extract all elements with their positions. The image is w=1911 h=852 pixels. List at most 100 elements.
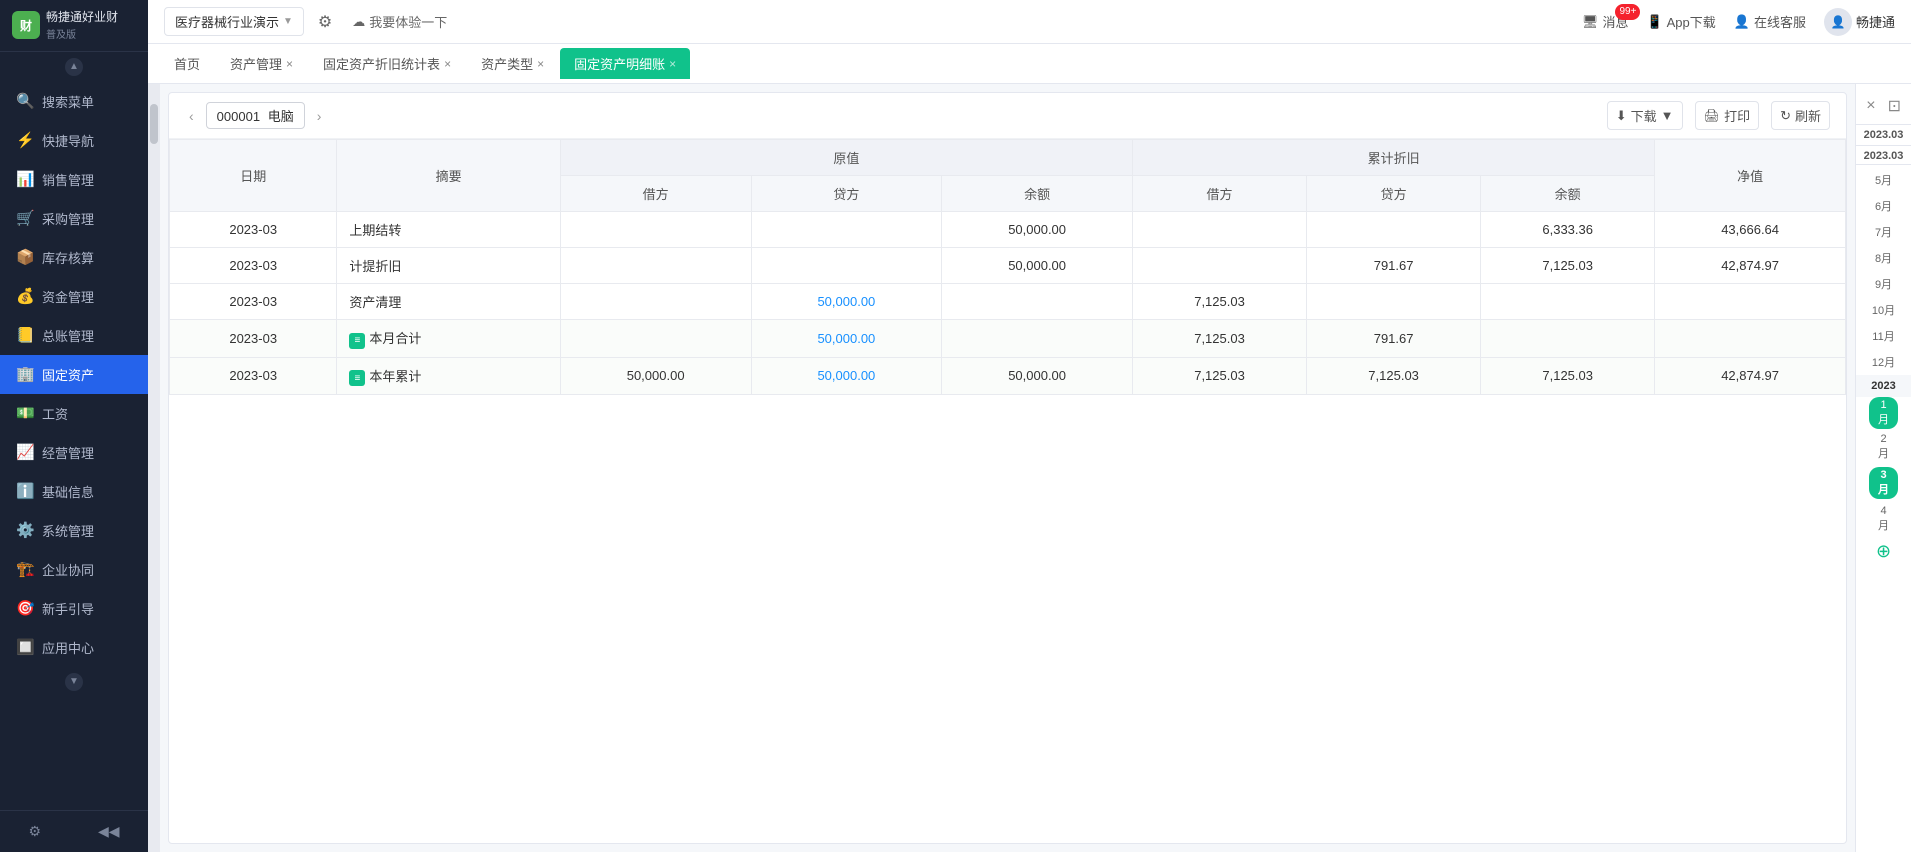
sidebar-scroll-up[interactable]: ▲	[65, 58, 83, 76]
avatar: 👤	[1824, 8, 1852, 36]
th-orig-credit: 贷方	[751, 176, 942, 212]
tab-asset-type[interactable]: 资产类型 ×	[467, 48, 558, 79]
sidebar-item-enterprise[interactable]: 🏗️ 企业协同	[0, 550, 148, 589]
logo-icon: 财	[12, 11, 40, 39]
download-btn[interactable]: ⬇ 下载 ▼	[1607, 101, 1683, 130]
sidebar-item-system[interactable]: ⚙️ 系统管理	[0, 511, 148, 550]
tab-close-icon[interactable]: ×	[286, 57, 293, 71]
sidebar-item-label: 新手引导	[42, 599, 94, 618]
sidebar-item-purchase[interactable]: 🛒 采购管理	[0, 199, 148, 238]
timeline-month-7[interactable]: 7月	[1856, 219, 1911, 245]
sidebar-item-operations[interactable]: 📈 经营管理	[0, 433, 148, 472]
sidebar-item-sales[interactable]: 📊 销售管理	[0, 160, 148, 199]
sidebar-item-fund[interactable]: 💰 资金管理	[0, 277, 148, 316]
refresh-btn[interactable]: ↻ 刷新	[1771, 101, 1830, 130]
cell-acc-debit: 7,125.03	[1132, 284, 1306, 320]
timeline-month-9[interactable]: 9月	[1856, 271, 1911, 297]
cell-acc-balance: 7,125.03	[1481, 357, 1655, 395]
tab-close-icon[interactable]: ×	[537, 57, 544, 71]
cell-net-value: 42,874.97	[1655, 357, 1846, 395]
online-service-label: 在线客服	[1754, 12, 1806, 31]
fund-icon: 💰	[16, 287, 34, 305]
app-center-icon: 🔲	[16, 638, 34, 656]
sidebar-item-quick-nav[interactable]: ⚡ 快捷导航	[0, 121, 148, 160]
sidebar-item-label: 库存核算	[42, 248, 94, 267]
timeline-expand-btn[interactable]: ⊕	[1876, 541, 1891, 562]
timeline-month-8[interactable]: 8月	[1856, 245, 1911, 271]
tab-close-icon[interactable]: ×	[444, 57, 451, 71]
sidebar-item-ledger[interactable]: 📒 总账管理	[0, 316, 148, 355]
panel-close-btn[interactable]: ×	[1862, 93, 1879, 119]
toolbar-right: ⬇ 下载 ▼ 🖨 打印 ↻ 刷新	[1607, 101, 1830, 130]
main-content: 医疗器械行业演示 ▼ ⚙ ☁ 我要体验一下 🖥 消息 99+ 📱 App下载 👤…	[148, 0, 1911, 852]
system-icon: ⚙️	[16, 521, 34, 539]
left-scrollbar[interactable]	[148, 84, 160, 852]
tab-home[interactable]: 首页	[160, 48, 214, 79]
next-arrow-btn[interactable]: ›	[313, 106, 326, 126]
tab-depreciation-stat[interactable]: 固定资产折旧统计表 ×	[309, 48, 465, 79]
cell-date: 2023-03	[170, 212, 337, 248]
ledger-icon: 📒	[16, 326, 34, 344]
user-menu[interactable]: 👤 畅捷通	[1824, 8, 1895, 36]
cell-acc-debit: 7,125.03	[1132, 320, 1306, 358]
tab-asset-mgmt[interactable]: 资产管理 ×	[216, 48, 307, 79]
cell-orig-debit: 50,000.00	[560, 357, 751, 395]
topbar: 医疗器械行业演示 ▼ ⚙ ☁ 我要体验一下 🖥 消息 99+ 📱 App下载 👤…	[148, 0, 1911, 44]
prev-arrow-btn[interactable]: ‹	[185, 106, 198, 126]
message-icon: 🖥	[1582, 14, 1599, 30]
cell-orig-credit	[751, 212, 942, 248]
company-selector[interactable]: 医疗器械行业演示 ▼	[164, 7, 304, 36]
cell-acc-balance: 7,125.03	[1481, 248, 1655, 284]
timeline-month-12[interactable]: 12月	[1856, 349, 1911, 375]
timeline-month-3-selected[interactable]: 3月	[1869, 467, 1899, 499]
app-version: 普及版	[46, 26, 118, 41]
asset-code: 000001	[217, 109, 260, 124]
sidebar-item-label: 采购管理	[42, 209, 94, 228]
online-service-btn[interactable]: 👤 在线客服	[1734, 12, 1806, 31]
app-name: 畅捷通好业财	[46, 10, 118, 26]
sidebar-item-fixed-assets[interactable]: 🏢 固定资产	[0, 355, 148, 394]
cell-orig-credit: 50,000.00	[751, 357, 942, 395]
experience-btn[interactable]: ☁ 我要体验一下	[352, 12, 447, 31]
sidebar-item-inventory[interactable]: 📦 库存核算	[0, 238, 148, 277]
timeline-month-2[interactable]: 2月	[1869, 431, 1899, 463]
asset-name: 电脑	[268, 109, 294, 124]
timeline-month-11[interactable]: 11月	[1856, 323, 1911, 349]
timeline-month-6[interactable]: 6月	[1856, 193, 1911, 219]
tab-close-icon[interactable]: ×	[669, 57, 676, 71]
sidebar-item-app-center[interactable]: 🔲 应用中心	[0, 628, 148, 667]
panel-expand-btn[interactable]: ⊡	[1884, 92, 1905, 120]
timeline-year-2023: 2023	[1856, 375, 1911, 397]
timeline-month-4[interactable]: 4月	[1869, 503, 1899, 535]
sidebar-item-basic-info[interactable]: ℹ️ 基础信息	[0, 472, 148, 511]
cell-net-value	[1655, 284, 1846, 320]
cloud-icon: ☁	[352, 14, 365, 30]
tab-label: 首页	[174, 54, 200, 73]
sidebar-collapse-btn[interactable]: ◀◀	[90, 819, 128, 844]
print-btn[interactable]: 🖨 打印	[1695, 101, 1760, 130]
inventory-icon: 📦	[16, 248, 34, 266]
cell-acc-credit: 791.67	[1307, 248, 1481, 284]
cell-date: 2023-03	[170, 284, 337, 320]
sidebar-item-search[interactable]: 🔍 搜索菜单	[0, 82, 148, 121]
app-download-btn[interactable]: 📱 App下载	[1646, 12, 1715, 31]
print-icon: 🖨	[1704, 108, 1721, 124]
quick-nav-icon: ⚡	[16, 131, 34, 149]
logo-text-block: 畅捷通好业财 普及版	[46, 10, 118, 41]
sidebar-settings-btn[interactable]: ⚙	[20, 819, 49, 844]
tab-asset-detail[interactable]: 固定资产明细账 ×	[560, 48, 690, 79]
timeline-header-2: 2023.03	[1856, 146, 1911, 164]
cell-acc-credit	[1307, 284, 1481, 320]
timeline-month-1[interactable]: 1月	[1869, 397, 1899, 429]
sidebar-item-guide[interactable]: 🎯 新手引导	[0, 589, 148, 628]
timeline-month-10[interactable]: 10月	[1856, 297, 1911, 323]
cell-acc-debit	[1132, 212, 1306, 248]
enterprise-icon: 🏗️	[16, 560, 34, 578]
topbar-settings-btn[interactable]: ⚙	[318, 12, 332, 32]
cell-summary: 上期结转	[337, 212, 560, 248]
experience-label: 我要体验一下	[369, 12, 447, 31]
sidebar-item-payroll[interactable]: 💵 工资	[0, 394, 148, 433]
timeline-month-5[interactable]: 5月	[1856, 167, 1911, 193]
sidebar-scroll-down[interactable]: ▼	[65, 673, 83, 691]
message-btn[interactable]: 🖥 消息 99+	[1582, 12, 1629, 31]
